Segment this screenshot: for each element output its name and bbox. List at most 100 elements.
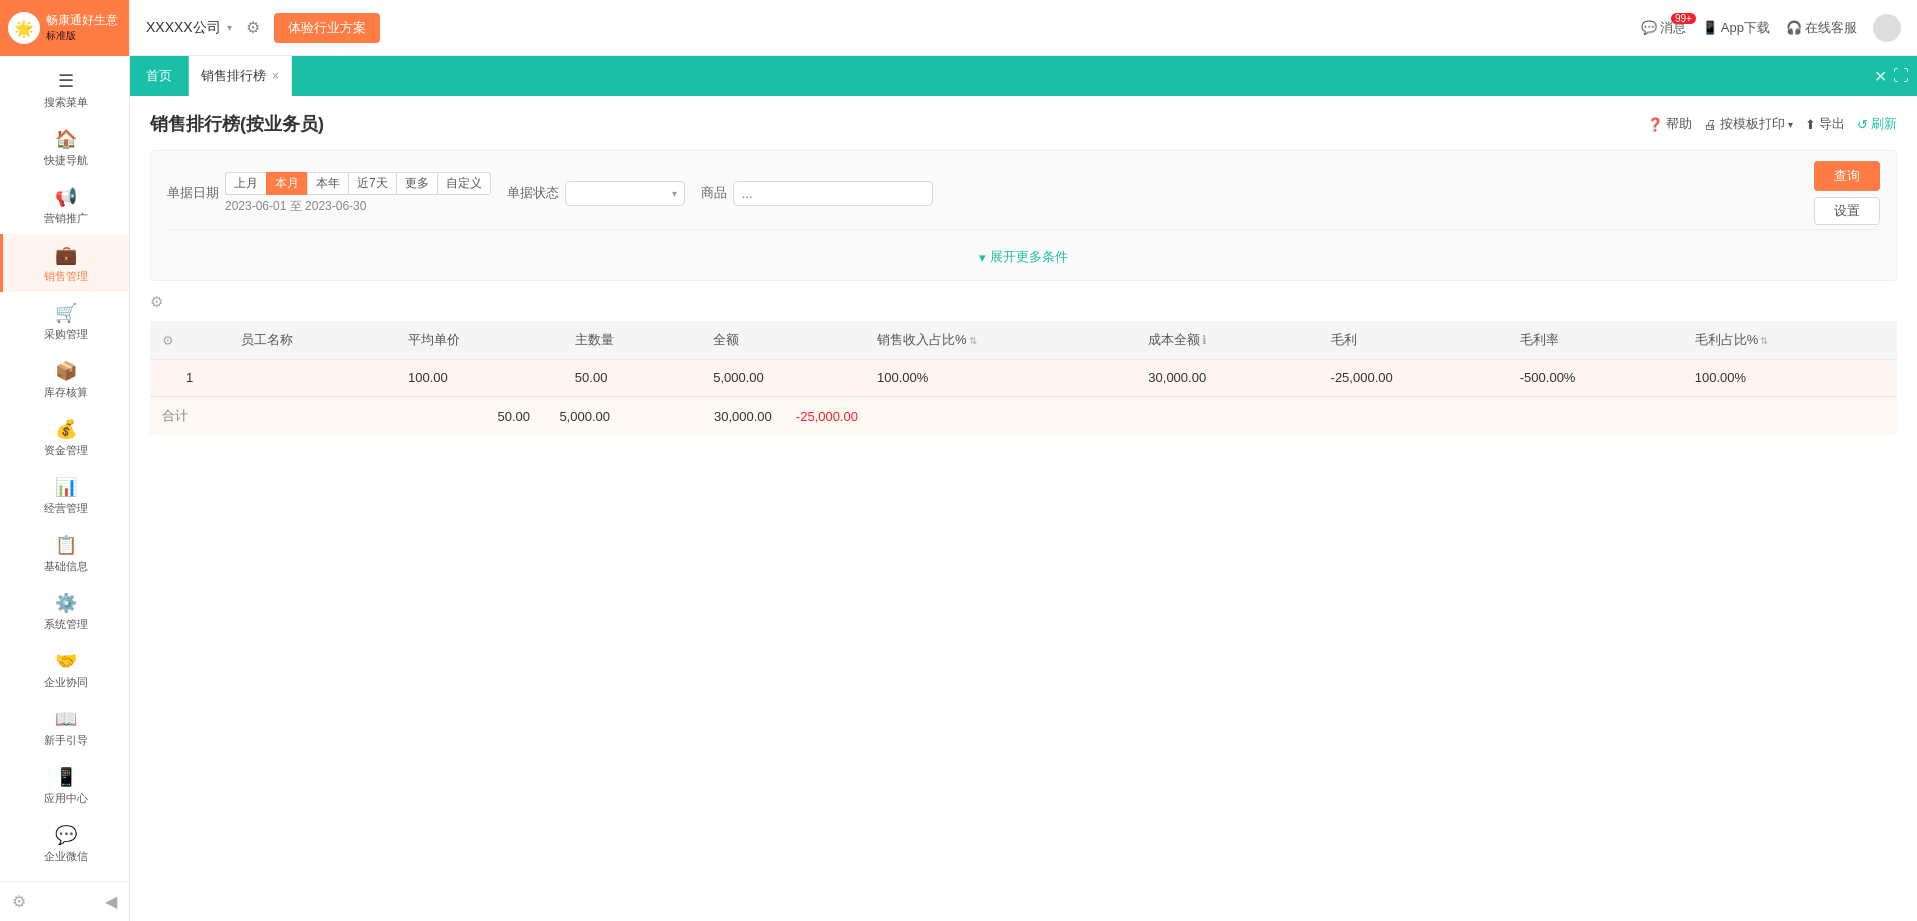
sidebar-item-新手引导[interactable]: 📖 新手引导	[0, 698, 129, 756]
sales-rank-tab[interactable]: 销售排行榜 ×	[189, 56, 292, 96]
sidebar-label-8: 基础信息	[44, 559, 88, 574]
sidebar-label-13: 企业微信	[44, 849, 88, 864]
cell-amount: 5,000.00	[701, 360, 865, 396]
sidebar-label-10: 企业协同	[44, 675, 88, 690]
sidebar-item-经营管理[interactable]: 📊 经营管理	[0, 466, 129, 524]
app-download-button[interactable]: 📱 App下载	[1702, 19, 1770, 37]
footer-amount: 5,000.00	[542, 409, 622, 424]
tab-close-icon[interactable]: ×	[272, 69, 279, 83]
sidebar-item-企业协同[interactable]: 🤝 企业协同	[0, 640, 129, 698]
date-btn-本月[interactable]: 本月	[266, 172, 307, 195]
user-avatar[interactable]	[1873, 14, 1901, 42]
sidebar-item-基础信息[interactable]: 📋 基础信息	[0, 524, 129, 582]
date-btn-本年[interactable]: 本年	[307, 172, 348, 195]
help-link[interactable]: ❓ 帮助	[1647, 115, 1692, 133]
date-btn-上月[interactable]: 上月	[225, 172, 266, 195]
sidebar-item-库存核算[interactable]: 📦 库存核算	[0, 350, 129, 408]
status-select[interactable]	[565, 181, 685, 206]
topbar-gear-icon[interactable]: ⚙	[246, 18, 260, 37]
sidebar-icon-8: 📋	[55, 534, 77, 556]
tab-maximize-btn[interactable]: ⛶	[1893, 67, 1909, 85]
export-icon: ⬆	[1805, 117, 1816, 132]
tab-close-window-btn[interactable]: ✕	[1874, 67, 1887, 86]
sidebar-label-5: 库存核算	[44, 385, 88, 400]
goods-input[interactable]	[733, 181, 933, 206]
sidebar-icon-6: 💰	[55, 418, 77, 440]
date-btn-自定义[interactable]: 自定义	[437, 172, 491, 195]
sidebar-label-3: 销售管理	[44, 269, 88, 284]
sidebar-nav: ☰ 搜索菜单🏠 快捷导航📢 营销推广💼 销售管理🛒 采购管理📦 库存核算💰 资金…	[0, 56, 129, 881]
sidebar-icon-0: ☰	[58, 70, 74, 92]
table-body: 1100.0050.005,000.00100.00%30,000.00-25,…	[150, 360, 1897, 396]
print-icon: 🖨	[1704, 117, 1717, 132]
online-service-button[interactable]: 🎧 在线客服	[1786, 19, 1857, 37]
sidebar-footer: ⚙ ◀	[0, 881, 129, 921]
cell-gross: -25,000.00	[1319, 360, 1508, 396]
sidebar-icon-3: 💼	[55, 244, 77, 266]
company-dropdown-icon: ▾	[227, 22, 232, 33]
sidebar-item-畅会员[interactable]: 🏅 畅会员	[0, 872, 129, 881]
export-button[interactable]: ⬆ 导出	[1805, 115, 1845, 133]
expand-row: ▾ 展开更多条件	[167, 229, 1880, 270]
topbar: XXXXX公司 ▾ ⚙ 体验行业方案 💬 消息 99+ 📱 App下载 🎧 在线…	[130, 0, 1917, 56]
sidebar-item-销售管理[interactable]: 💼 销售管理	[0, 234, 129, 292]
collapse-icon[interactable]: ◀	[105, 892, 117, 911]
footer-qty: 50.00	[462, 409, 542, 424]
col-header-rank: ⚙	[150, 321, 229, 360]
table-gear-col[interactable]: ⚙	[162, 333, 174, 348]
sidebar-item-采购管理[interactable]: 🛒 采购管理	[0, 292, 129, 350]
date-btn-近7天[interactable]: 近7天	[348, 172, 396, 195]
page-actions: ❓ 帮助 🖨 按模板打印 ▾ ⬆ 导出 ↺ 刷新	[1647, 115, 1897, 133]
sidebar-item-应用中心[interactable]: 📱 应用中心	[0, 756, 129, 814]
expand-chevron-icon: ▾	[979, 250, 986, 265]
sidebar-item-搜索菜单[interactable]: ☰ 搜索菜单	[0, 60, 129, 118]
expand-more-button[interactable]: ▾ 展开更多条件	[979, 244, 1068, 270]
col-header-avg_price: 平均单价	[396, 321, 563, 360]
cell-sales_pct: 100.00%	[865, 360, 1136, 396]
cost-info-icon[interactable]: ℹ	[1202, 333, 1207, 347]
sidebar-label-12: 应用中心	[44, 791, 88, 806]
sidebar-label-11: 新手引导	[44, 733, 88, 748]
trial-button[interactable]: 体验行业方案	[274, 13, 380, 43]
template-print-button[interactable]: 🖨 按模板打印 ▾	[1704, 115, 1793, 133]
sidebar-item-营销推广[interactable]: 📢 营销推广	[0, 176, 129, 234]
sidebar-icon-1: 🏠	[55, 128, 77, 150]
cell-gross_pct: 100.00%	[1683, 360, 1897, 396]
sidebar-icon-11: 📖	[55, 708, 77, 730]
sidebar-icon-4: 🛒	[55, 302, 77, 324]
table-head: ⚙员工名称平均单价主数量全额销售收入占比%⇅成本全额ℹ毛利毛利率毛利占比%⇅	[150, 321, 1897, 360]
table-footer: 合计 50.00 5,000.00 30,000.00 -25,000.00	[150, 396, 1897, 435]
sidebar-item-资金管理[interactable]: 💰 资金管理	[0, 408, 129, 466]
sidebar-label-2: 营销推广	[44, 211, 88, 226]
status-filter: 单据状态	[507, 181, 685, 206]
query-button[interactable]: 查询	[1814, 161, 1880, 191]
sort-icon-sales_pct[interactable]: ⇅	[969, 335, 977, 346]
sort-icon-gross_pct[interactable]: ⇅	[1760, 335, 1768, 346]
sidebar-icon-2: 📢	[55, 186, 77, 208]
table-row: 1100.0050.005,000.00100.00%30,000.00-25,…	[150, 360, 1897, 396]
date-filter: 单据日期 上月本月本年近7天更多自定义 2023-06-01 至 2023-06…	[167, 172, 491, 215]
col-header-gross_rate: 毛利率	[1508, 321, 1683, 360]
sidebar-icon-7: 📊	[55, 476, 77, 498]
sidebar-item-快捷导航[interactable]: 🏠 快捷导航	[0, 118, 129, 176]
home-tab[interactable]: 首页	[130, 56, 189, 96]
company-selector[interactable]: XXXXX公司 ▾	[146, 19, 232, 37]
sidebar-item-企业微信[interactable]: 💬 企业微信	[0, 814, 129, 872]
settings-button[interactable]: 设置	[1814, 197, 1880, 225]
col-header-amount: 全额	[701, 321, 865, 360]
sidebar: 🌟 畅康通好生意 标准版 ☰ 搜索菜单🏠 快捷导航📢 营销推广💼 销售管理🛒 采…	[0, 0, 130, 921]
status-select-wrapper	[565, 181, 685, 206]
goods-filter: 商品	[701, 181, 933, 206]
table-settings-icon[interactable]: ⚙	[150, 293, 163, 311]
page-header: 销售排行榜(按业务员) ❓ 帮助 🖨 按模板打印 ▾ ⬆ 导出	[150, 112, 1897, 136]
table-area: ⚙ ⚙员工名称平均单价主数量全额销售收入占比%⇅成本全额ℹ毛利毛利率毛利占比%⇅…	[150, 293, 1897, 435]
sidebar-item-系统管理[interactable]: ⚙️ 系统管理	[0, 582, 129, 640]
settings-icon[interactable]: ⚙	[12, 892, 26, 911]
message-button[interactable]: 💬 消息 99+	[1641, 19, 1686, 37]
date-btn-更多[interactable]: 更多	[396, 172, 437, 195]
cell-qty: 50.00	[563, 360, 701, 396]
refresh-button[interactable]: ↺ 刷新	[1857, 115, 1897, 133]
col-header-qty: 主数量	[563, 321, 701, 360]
logo-icon: 🌟	[8, 12, 40, 44]
headset-icon: 🎧	[1786, 20, 1802, 35]
